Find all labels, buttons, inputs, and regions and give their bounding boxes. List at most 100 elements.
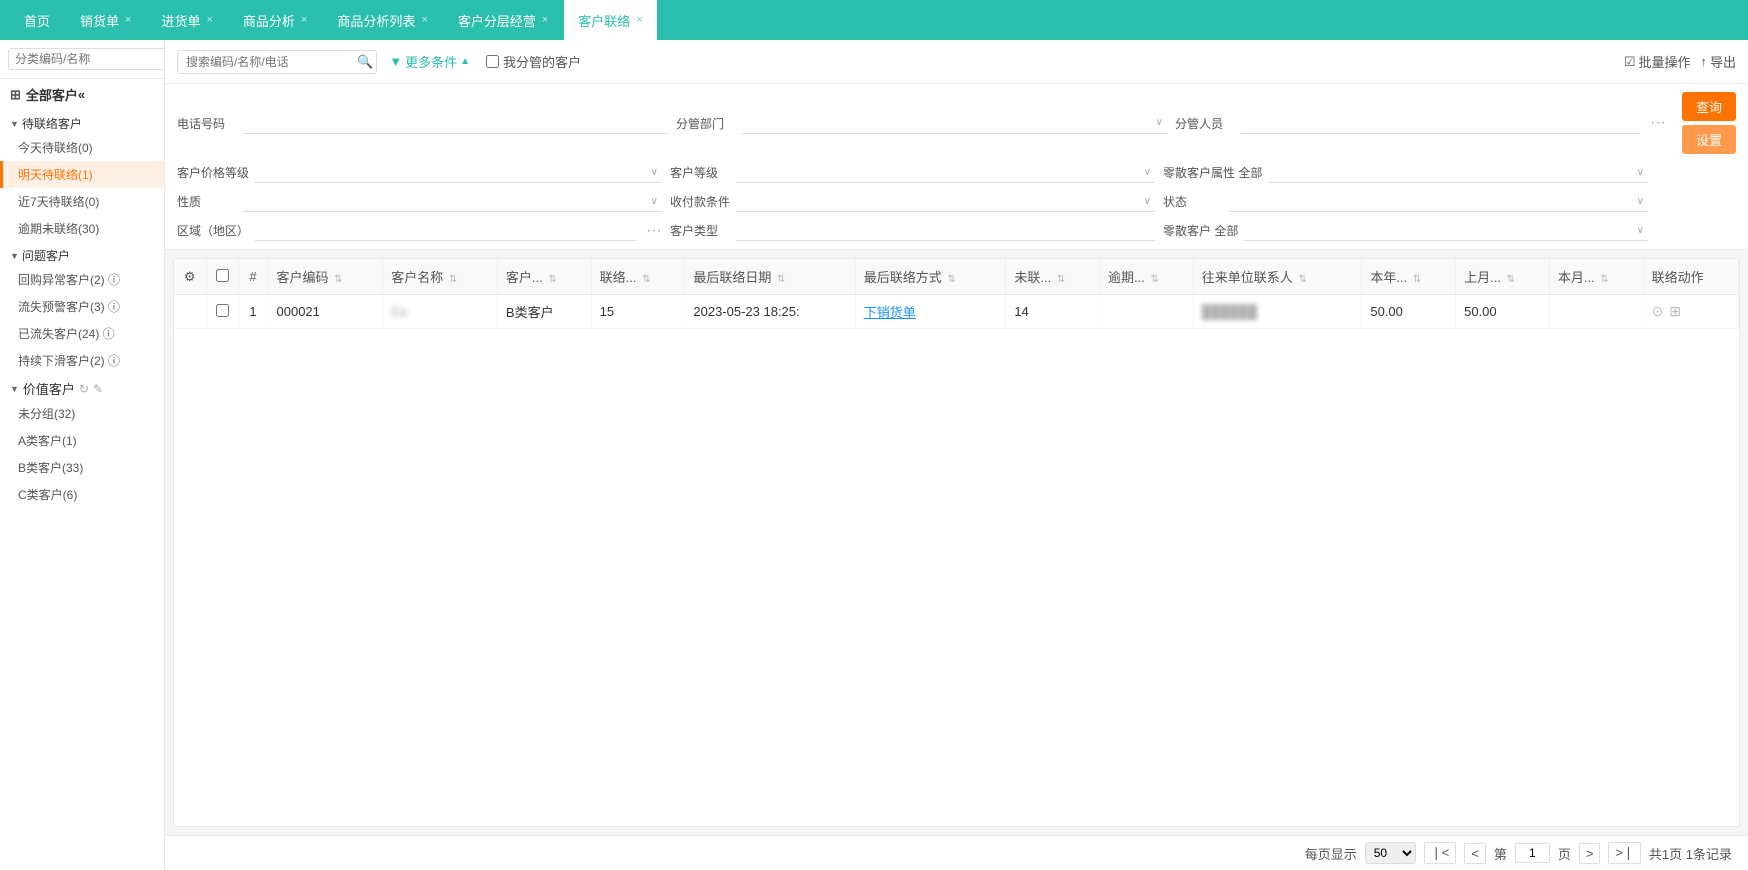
customer-type-select[interactable] bbox=[736, 220, 1155, 241]
action-view-icon[interactable]: ⊙ bbox=[1652, 303, 1664, 320]
toolbar-search-icon[interactable]: 🔍 bbox=[357, 54, 373, 70]
settings-button[interactable]: 设置 bbox=[1682, 125, 1736, 154]
nav-purchase[interactable]: 进货单 × bbox=[147, 0, 226, 40]
query-button[interactable]: 查询 bbox=[1682, 92, 1736, 121]
sidebar-item-churned[interactable]: 已流失客户(24) ⓘ bbox=[0, 320, 164, 347]
close-purchase-icon[interactable]: × bbox=[206, 14, 212, 26]
sidebar-item-class-b[interactable]: B类客户(33) bbox=[0, 454, 164, 481]
next-page-btn[interactable]: > bbox=[1579, 843, 1601, 864]
top-nav: 首页 销货单 × 进货单 × 商品分析 × 商品分析列表 × 客户分层经营 × … bbox=[0, 0, 1748, 40]
person-dots-btn[interactable]: ··· bbox=[1650, 114, 1666, 132]
status-input[interactable] bbox=[1229, 191, 1648, 211]
customer-level-select[interactable]: ∨ bbox=[736, 162, 1155, 183]
table-row: 1 000021 Ea B类客户 15 2023-05-23 18:25: 下销… bbox=[174, 295, 1739, 329]
row-checkbox[interactable] bbox=[216, 304, 229, 317]
filter-row-4: 区域（地区） ··· 客户类型 零散客户 全部 ∨ bbox=[177, 220, 1736, 241]
col-gear[interactable]: ⚙ bbox=[174, 259, 206, 295]
nav-home[interactable]: 首页 bbox=[10, 0, 64, 40]
dept-select-input[interactable] bbox=[742, 113, 1167, 133]
retail-attr-select[interactable]: ∨ bbox=[1268, 162, 1648, 183]
action-grid-icon[interactable]: ⊞ bbox=[1669, 303, 1681, 320]
first-page-btn[interactable]: ❘< bbox=[1424, 842, 1456, 864]
col-last-month: 上月... ⇅ bbox=[1456, 259, 1550, 295]
chevron-down-icon-5: ∨ bbox=[651, 196, 658, 207]
filter-retail-customer: 零散客户 全部 ∨ bbox=[1163, 220, 1648, 241]
close-customer-tier-icon[interactable]: × bbox=[542, 14, 548, 26]
nature-select[interactable]: ∨ bbox=[243, 191, 662, 212]
sidebar-item-overdue[interactable]: 逾期未联络(30) bbox=[0, 215, 164, 242]
export-button[interactable]: ↑ 导出 bbox=[1700, 52, 1736, 71]
nature-input[interactable] bbox=[243, 191, 662, 211]
last-method-link[interactable]: 下销货单 bbox=[864, 305, 916, 320]
batch-op-button[interactable]: ☑ 批量操作 bbox=[1624, 52, 1691, 71]
sidebar-item-tomorrow[interactable]: 明天待联络(1) bbox=[0, 161, 164, 188]
my-customers-checkbox-label[interactable]: 我分管的客户 bbox=[486, 52, 581, 71]
person-select[interactable] bbox=[1241, 113, 1640, 134]
row-uncontacted: 14 bbox=[1006, 295, 1100, 329]
region-dots-btn[interactable]: ··· bbox=[646, 222, 662, 240]
sidebar-item-churn-warning[interactable]: 流失预警客户(3) ⓘ bbox=[0, 293, 164, 320]
region-select[interactable] bbox=[255, 220, 636, 241]
price-level-input[interactable] bbox=[255, 162, 662, 182]
retail-customer-select[interactable]: ∨ bbox=[1244, 220, 1648, 241]
edit-icon[interactable]: ✎ bbox=[93, 382, 103, 396]
sidebar-item-class-a[interactable]: A类客户(1) bbox=[0, 427, 164, 454]
toolbar-search-input[interactable] bbox=[177, 50, 377, 74]
close-product-analysis-icon[interactable]: × bbox=[301, 14, 307, 26]
filter-person: 分管人员 ··· bbox=[1175, 113, 1666, 134]
sidebar-search-input[interactable] bbox=[8, 48, 165, 70]
region-input[interactable] bbox=[255, 220, 636, 240]
more-filters-button[interactable]: ▼ 更多条件 ▲ bbox=[381, 48, 478, 75]
page-size-select[interactable]: 20 50 100 bbox=[1365, 842, 1416, 864]
sidebar-all-customers[interactable]: ⊞ 全部客户 « bbox=[0, 79, 164, 110]
sidebar-group-problem[interactable]: 问题客户 bbox=[0, 242, 164, 266]
sidebar-item-week[interactable]: 近7天待联络(0) bbox=[0, 188, 164, 215]
payment-select[interactable]: ∨ bbox=[736, 191, 1155, 212]
my-customers-checkbox[interactable] bbox=[486, 55, 499, 68]
status-select[interactable]: ∨ bbox=[1229, 191, 1648, 212]
chevron-down-icon-8: ∨ bbox=[1637, 225, 1644, 236]
close-product-list-icon[interactable]: × bbox=[421, 14, 427, 26]
price-level-select[interactable]: ∨ bbox=[255, 162, 662, 183]
nav-product-list[interactable]: 商品分析列表 × bbox=[323, 0, 441, 40]
customer-level-input[interactable] bbox=[736, 162, 1155, 182]
chevron-down-icon: ∨ bbox=[1156, 117, 1163, 128]
phone-input[interactable] bbox=[243, 113, 668, 134]
row-actions: ⊙ ⊞ bbox=[1643, 295, 1738, 329]
refresh-icon[interactable]: ↻ bbox=[79, 382, 89, 396]
sidebar-item-abnormal[interactable]: 回购异常客户(2) ⓘ bbox=[0, 266, 164, 293]
collapse-icon[interactable]: « bbox=[78, 87, 85, 102]
person-select-input[interactable] bbox=[1241, 113, 1640, 133]
retail-customer-input[interactable] bbox=[1244, 220, 1648, 240]
status-label: 状态 bbox=[1163, 193, 1223, 210]
chevron-down-icon-3: ∨ bbox=[1144, 167, 1151, 178]
retail-attr-input[interactable] bbox=[1268, 162, 1648, 182]
payment-input[interactable] bbox=[736, 191, 1155, 211]
sidebar-item-declining[interactable]: 持续下滑客户(2) ⓘ bbox=[0, 347, 164, 374]
dept-select[interactable]: ∨ bbox=[742, 113, 1167, 134]
sidebar-group-pending[interactable]: 待联络客户 bbox=[0, 110, 164, 134]
row-num: 1 bbox=[238, 295, 268, 329]
sidebar-item-class-c[interactable]: C类客户(6) bbox=[0, 481, 164, 508]
page-input[interactable] bbox=[1515, 843, 1550, 863]
prev-page-btn[interactable]: < bbox=[1464, 843, 1486, 864]
sidebar-item-today[interactable]: 今天待联络(0) bbox=[0, 134, 164, 161]
sidebar-group-value[interactable]: 价值客户 ↻ ✎ bbox=[0, 374, 164, 400]
close-sales-icon[interactable]: × bbox=[125, 14, 131, 26]
select-all-checkbox[interactable] bbox=[216, 269, 229, 282]
col-this-month: 本月... ⇅ bbox=[1549, 259, 1643, 295]
col-num: # bbox=[238, 259, 268, 295]
nav-product-analysis[interactable]: 商品分析 × bbox=[229, 0, 321, 40]
col-last-date: 最后联络日期 ⇅ bbox=[685, 259, 855, 295]
nav-customer-contact[interactable]: 客户联络 × bbox=[564, 0, 656, 40]
nav-sales[interactable]: 销货单 × bbox=[66, 0, 145, 40]
sidebar-item-ungrouped[interactable]: 未分组(32) bbox=[0, 400, 164, 427]
price-level-label: 客户价格等级 bbox=[177, 164, 249, 181]
customer-type-input[interactable] bbox=[736, 220, 1155, 240]
row-last-method: 下销货单 bbox=[855, 295, 1006, 329]
nav-customer-tier[interactable]: 客户分层经营 × bbox=[444, 0, 562, 40]
filter-region: 区域（地区） ··· bbox=[177, 220, 662, 241]
close-customer-contact-icon[interactable]: × bbox=[636, 14, 642, 26]
chevron-up-icon: ▲ bbox=[460, 56, 470, 67]
last-page-btn[interactable]: >❘ bbox=[1608, 842, 1640, 864]
